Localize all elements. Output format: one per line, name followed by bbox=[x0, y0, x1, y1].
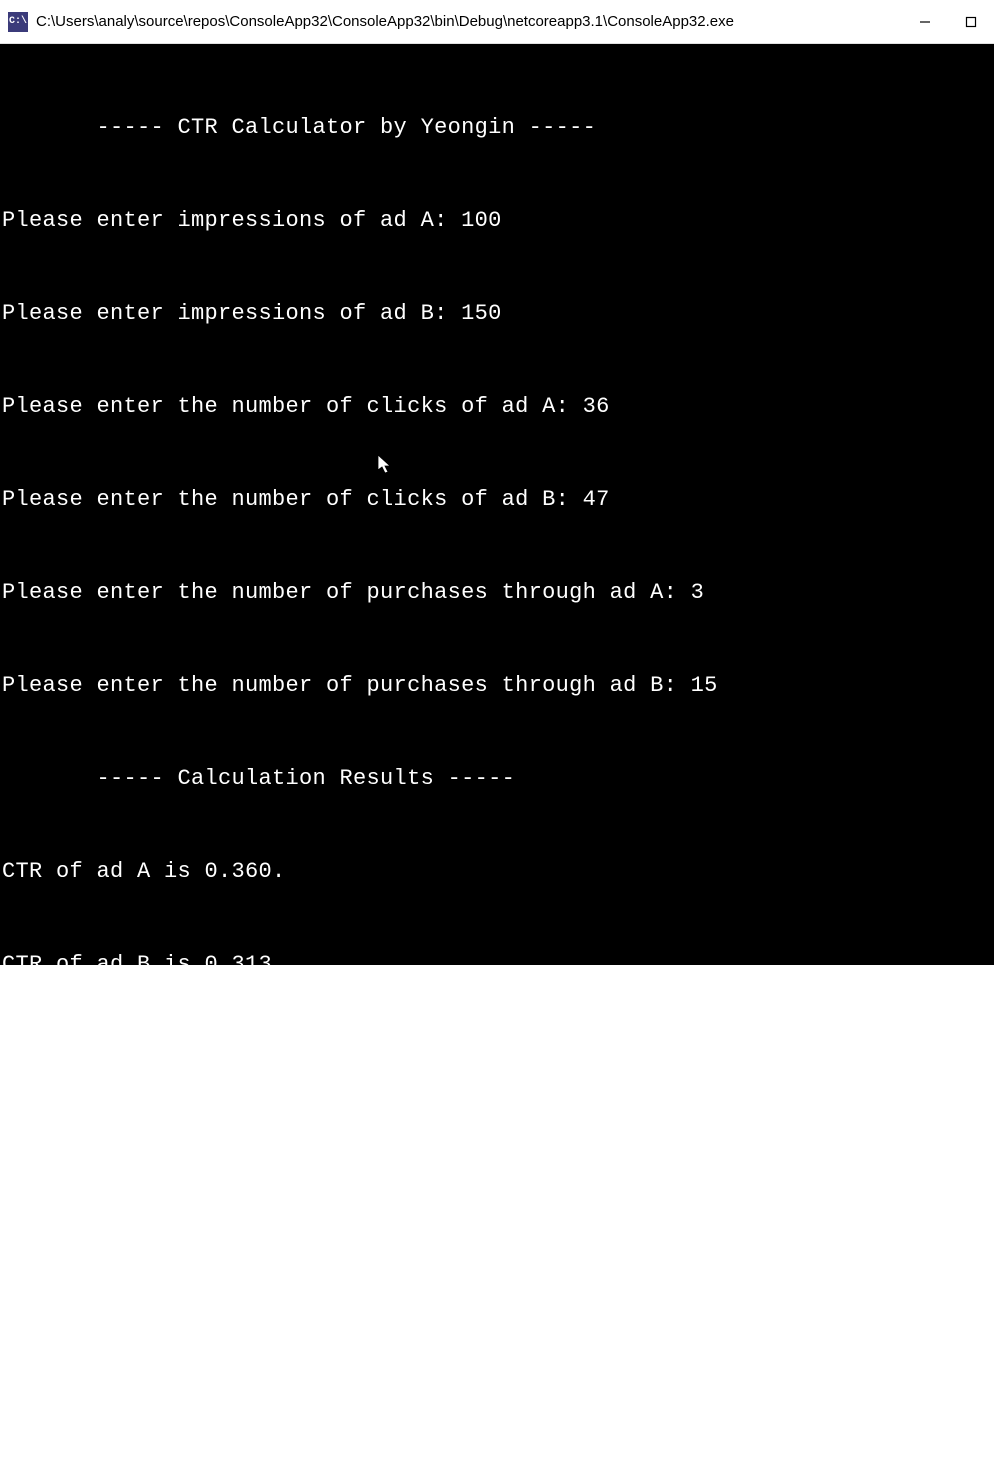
console-line: CTR of ad A is 0.360. bbox=[2, 856, 992, 887]
console-line: ----- CTR Calculator by Yeongin ----- bbox=[2, 112, 992, 143]
window-title: C:\Users\analy\source\repos\ConsoleApp32… bbox=[36, 13, 902, 30]
console-cursor bbox=[29, 1405, 41, 1410]
console-line: Please enter impressions of ad B: 150 bbox=[2, 298, 992, 329]
console-line: Please enter the number of clicks of ad … bbox=[2, 391, 992, 422]
minimize-button[interactable] bbox=[902, 0, 948, 43]
console-line: Conversion rate of ad A is 0.030. bbox=[2, 1042, 992, 1073]
console-line: Please enter the number of purchases thr… bbox=[2, 670, 992, 701]
console-line: Ad B is better in conversion rate bbox=[2, 1321, 992, 1352]
app-icon-label: C:\ bbox=[9, 16, 27, 27]
console-output[interactable]: ----- CTR Calculator by Yeongin ----- Pl… bbox=[0, 44, 994, 965]
window-titlebar: C:\ C:\Users\analy\source\repos\ConsoleA… bbox=[0, 0, 994, 44]
console-line: Ad A is better in CTR bbox=[2, 1228, 992, 1259]
console-line: Please enter the number of clicks of ad … bbox=[2, 484, 992, 515]
console-line: Please enter impressions of ad A: 100 bbox=[2, 205, 992, 236]
app-icon: C:\ bbox=[8, 12, 28, 32]
window-controls bbox=[902, 0, 994, 43]
console-line: ----- Calculation Results ----- bbox=[2, 763, 992, 794]
minimize-icon bbox=[919, 16, 931, 28]
maximize-icon bbox=[965, 16, 977, 28]
mouse-cursor-icon bbox=[377, 454, 393, 476]
console-line: Please enter the number of purchases thr… bbox=[2, 577, 992, 608]
maximize-button[interactable] bbox=[948, 0, 994, 43]
console-line: Conversion rate of ad B is 0.100. bbox=[2, 1135, 992, 1166]
